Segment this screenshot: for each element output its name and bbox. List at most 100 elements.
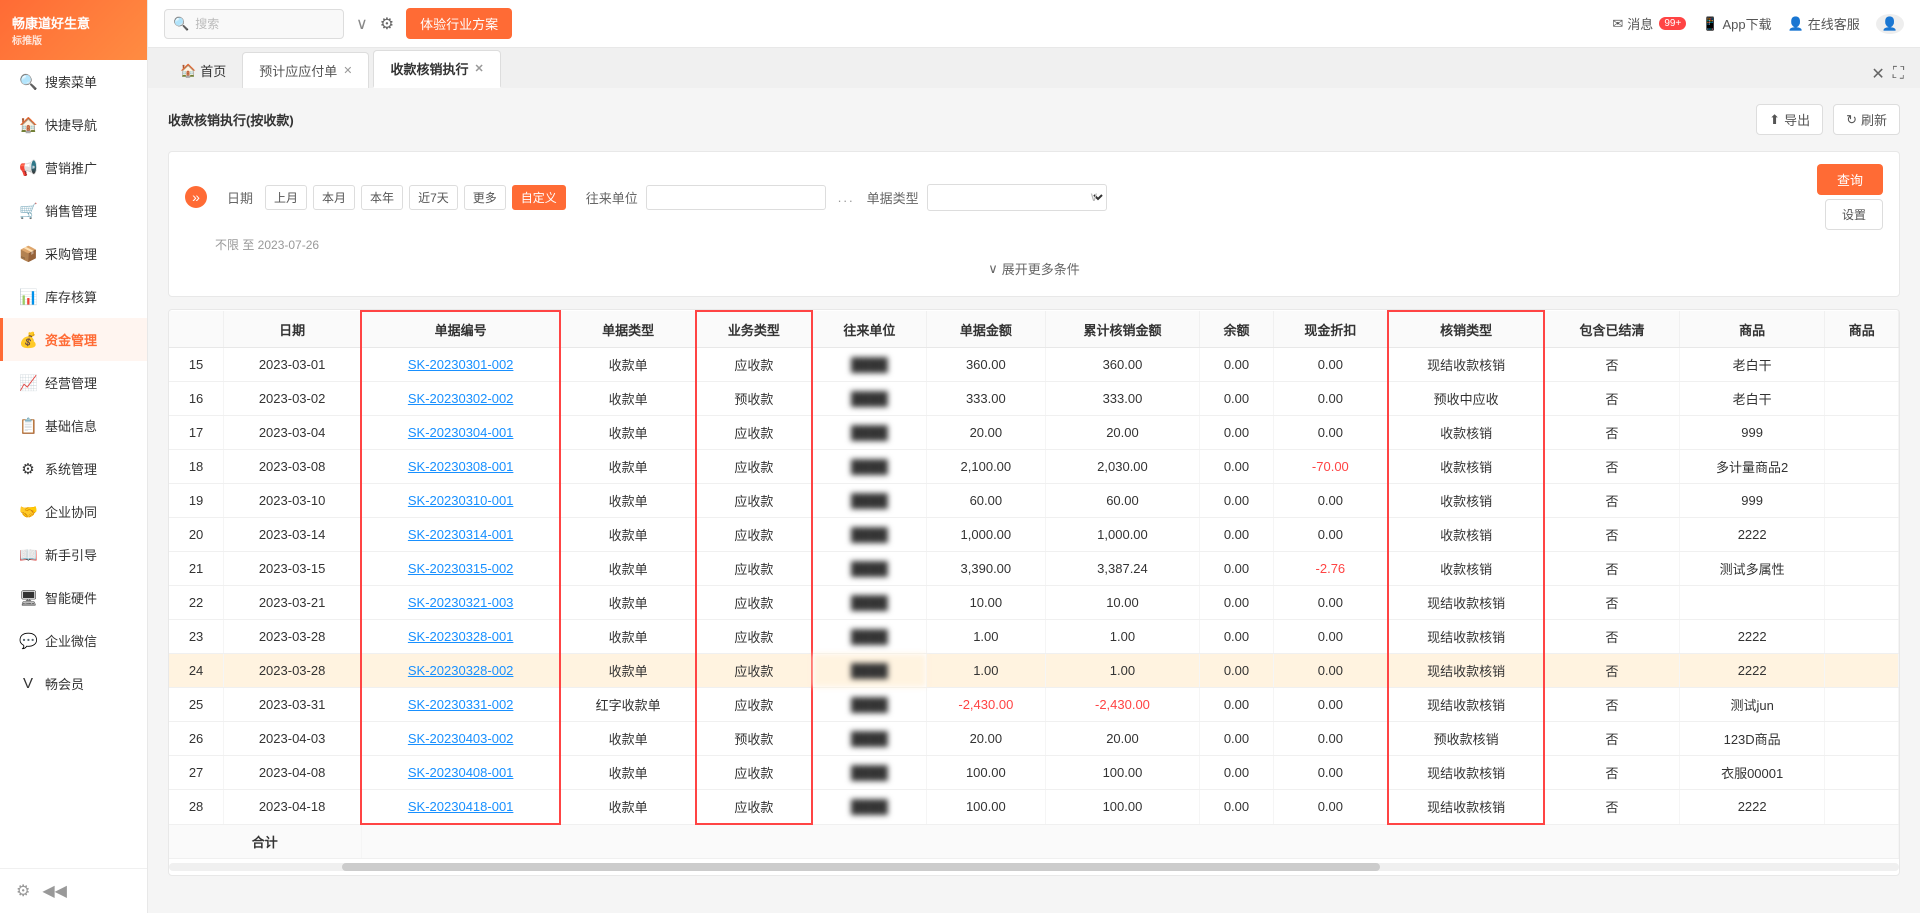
table-cell-2[interactable]: SK-20230315-002 bbox=[361, 552, 560, 586]
table-cell-13 bbox=[1825, 348, 1899, 382]
tab-pre-sale-close[interactable]: ✕ bbox=[343, 64, 352, 77]
table-cell-5: ████ bbox=[812, 450, 927, 484]
table-cell-6: 10.00 bbox=[927, 586, 1046, 620]
table-cell-5: ████ bbox=[812, 416, 927, 450]
sidebar-item-basic[interactable]: 📋 基础信息 bbox=[0, 404, 147, 447]
gear-icon[interactable]: ⚙ bbox=[380, 14, 394, 34]
table-cell-2[interactable]: SK-20230310-001 bbox=[361, 484, 560, 518]
table-cell-5: ████ bbox=[812, 518, 927, 552]
sidebar-item-system[interactable]: ⚙系统管理 bbox=[0, 447, 147, 490]
query-button[interactable]: 查询 bbox=[1817, 164, 1883, 195]
table-cell-2[interactable]: SK-20230418-001 bbox=[361, 790, 560, 825]
table-cell-2[interactable]: SK-20230302-002 bbox=[361, 382, 560, 416]
sidebar-icon-basic: 📋 bbox=[19, 417, 37, 435]
sidebar-item-quick[interactable]: 🏠快捷导航 bbox=[0, 103, 147, 146]
table-cell-8: 0.00 bbox=[1200, 756, 1273, 790]
table-cell-2[interactable]: SK-20230314-001 bbox=[361, 518, 560, 552]
table-cell-11: 否 bbox=[1544, 790, 1679, 825]
table-cell-2[interactable]: SK-20230308-001 bbox=[361, 450, 560, 484]
scrollbar-thumb[interactable] bbox=[342, 863, 1380, 871]
table-cell-6: 1.00 bbox=[927, 620, 1046, 654]
table-row: 152023-03-01SK-20230301-002收款单应收款████360… bbox=[169, 348, 1899, 382]
table-cell-3: 收款单 bbox=[560, 518, 696, 552]
table-cell-6: 1,000.00 bbox=[927, 518, 1046, 552]
tab-close-all-icon[interactable]: ✕ bbox=[1871, 64, 1884, 84]
table-row: 252023-03-31SK-20230331-002红字收款单应收款████-… bbox=[169, 688, 1899, 722]
tab-pre-sale[interactable]: 预计应应付单 ✕ bbox=[242, 52, 369, 88]
table-cell-6: 2,100.00 bbox=[927, 450, 1046, 484]
app-download-btn[interactable]: 📱 App下载 bbox=[1702, 14, 1771, 33]
sidebar-item-hardware[interactable]: 🖥智能硬件 bbox=[0, 576, 147, 619]
tab-receivable-close[interactable]: ✕ bbox=[474, 62, 483, 75]
table-cell-0: 26 bbox=[169, 722, 224, 756]
footer-total-values bbox=[361, 824, 1898, 858]
table-cell-1: 2023-03-08 bbox=[224, 450, 361, 484]
sidebar-item-member[interactable]: V畅会员 bbox=[0, 662, 147, 705]
sidebar-item-operation[interactable]: 📈经营管理 bbox=[0, 361, 147, 404]
table-cell-4: 应收款 bbox=[696, 450, 812, 484]
footer-total-label: 合计 bbox=[169, 824, 361, 858]
tab-fullscreen-icon[interactable]: ⛶ bbox=[1893, 65, 1904, 83]
table-cell-6: 333.00 bbox=[927, 382, 1046, 416]
collapse-icon[interactable]: ◀◀ bbox=[42, 881, 67, 901]
bill-type-select[interactable] bbox=[927, 184, 1107, 211]
table-cell-2[interactable]: SK-20230331-002 bbox=[361, 688, 560, 722]
filter-expand-arrow[interactable]: » bbox=[185, 186, 207, 208]
sidebar-item-inventory[interactable]: 📊库存核算 bbox=[0, 275, 147, 318]
table-cell-0: 15 bbox=[169, 348, 224, 382]
table-cell-2[interactable]: SK-20230403-002 bbox=[361, 722, 560, 756]
dropdown-icon[interactable]: ∨ bbox=[356, 14, 368, 34]
table-cell-2[interactable]: SK-20230304-001 bbox=[361, 416, 560, 450]
topbar-search[interactable]: 🔍 搜索 bbox=[164, 9, 344, 39]
table-cell-1: 2023-03-10 bbox=[224, 484, 361, 518]
tab-receivable-exec[interactable]: 收款核销执行 ✕ bbox=[373, 50, 500, 88]
solution-button[interactable]: 体验行业方案 bbox=[406, 8, 512, 39]
sidebar-label-enterprise: 企业协同 bbox=[45, 502, 97, 521]
expand-more-btn[interactable]: ∨ 展开更多条件 bbox=[185, 259, 1883, 278]
sidebar-item-marketing[interactable]: 📢营销推广 bbox=[0, 146, 147, 189]
date-this-month-btn[interactable]: 本月 bbox=[313, 185, 355, 210]
table-cell-2[interactable]: SK-20230408-001 bbox=[361, 756, 560, 790]
online-service-btn[interactable]: 👤 在线客服 bbox=[1788, 14, 1860, 33]
customer-input[interactable] bbox=[646, 185, 826, 210]
sidebar-item-enterprise[interactable]: 🤝企业协同 bbox=[0, 490, 147, 533]
tabs-bar: 🏠 首页 预计应应付单 ✕ 收款核销执行 ✕ ✕ ⛶ bbox=[148, 48, 1920, 88]
table-row: 172023-03-04SK-20230304-001收款单应收款████20.… bbox=[169, 416, 1899, 450]
refresh-button[interactable]: ↻ 刷新 bbox=[1833, 104, 1900, 135]
date-custom-btn[interactable]: 自定义 bbox=[512, 185, 566, 210]
sidebar-item-wechat[interactable]: 💬企业微信 bbox=[0, 619, 147, 662]
table-scrollbar[interactable] bbox=[169, 863, 1899, 871]
date-7days-btn[interactable]: 近7天 bbox=[409, 185, 458, 210]
table-cell-10: 收款核销 bbox=[1388, 518, 1544, 552]
table-cell-10: 现结收款核销 bbox=[1388, 348, 1544, 382]
date-prev-month-btn[interactable]: 上月 bbox=[265, 185, 307, 210]
sidebar-item-guide[interactable]: 📖新手引导 bbox=[0, 533, 147, 576]
date-this-year-btn[interactable]: 本年 bbox=[361, 185, 403, 210]
table-cell-11: 否 bbox=[1544, 416, 1679, 450]
table-row: 202023-03-14SK-20230314-001收款单应收款████1,0… bbox=[169, 518, 1899, 552]
sidebar-item-finance[interactable]: 💰资金管理 bbox=[0, 318, 147, 361]
sidebar-icon-guide: 📖 bbox=[19, 546, 37, 564]
table-cell-2[interactable]: SK-20230301-002 bbox=[361, 348, 560, 382]
sidebar-item-search[interactable]: 🔍搜索菜单 bbox=[0, 60, 147, 103]
table-cell-2[interactable]: SK-20230328-001 bbox=[361, 620, 560, 654]
table-cell-9: 0.00 bbox=[1273, 348, 1388, 382]
table-cell-10: 现结收款核销 bbox=[1388, 586, 1544, 620]
table-cell-0: 18 bbox=[169, 450, 224, 484]
table-cell-5: ████ bbox=[812, 586, 927, 620]
table-cell-2[interactable]: SK-20230328-002 bbox=[361, 654, 560, 688]
tab-home[interactable]: 🏠 首页 bbox=[164, 53, 242, 88]
settings-button[interactable]: 设置 bbox=[1825, 199, 1883, 230]
table-cell-2[interactable]: SK-20230321-003 bbox=[361, 586, 560, 620]
date-more-btn[interactable]: 更多 bbox=[464, 185, 506, 210]
sidebar-item-purchase[interactable]: 📦采购管理 bbox=[0, 232, 147, 275]
page-title-bar: 收款核销执行(按收款) ⬆ 导出 ↻ 刷新 bbox=[168, 104, 1900, 135]
sidebar-label-basic: 基础信息 bbox=[45, 416, 97, 435]
export-button[interactable]: ⬆ 导出 bbox=[1756, 104, 1823, 135]
user-avatar[interactable]: 👤 bbox=[1876, 14, 1904, 34]
sidebar-item-sales[interactable]: 🛒销售管理 bbox=[0, 189, 147, 232]
customer-three-dots[interactable]: ... bbox=[838, 190, 855, 205]
message-btn[interactable]: ✉ 消息 99+ bbox=[1612, 14, 1686, 33]
table-row: 262023-04-03SK-20230403-002收款单预收款████20.… bbox=[169, 722, 1899, 756]
settings-bottom-icon[interactable]: ⚙ bbox=[16, 881, 30, 901]
